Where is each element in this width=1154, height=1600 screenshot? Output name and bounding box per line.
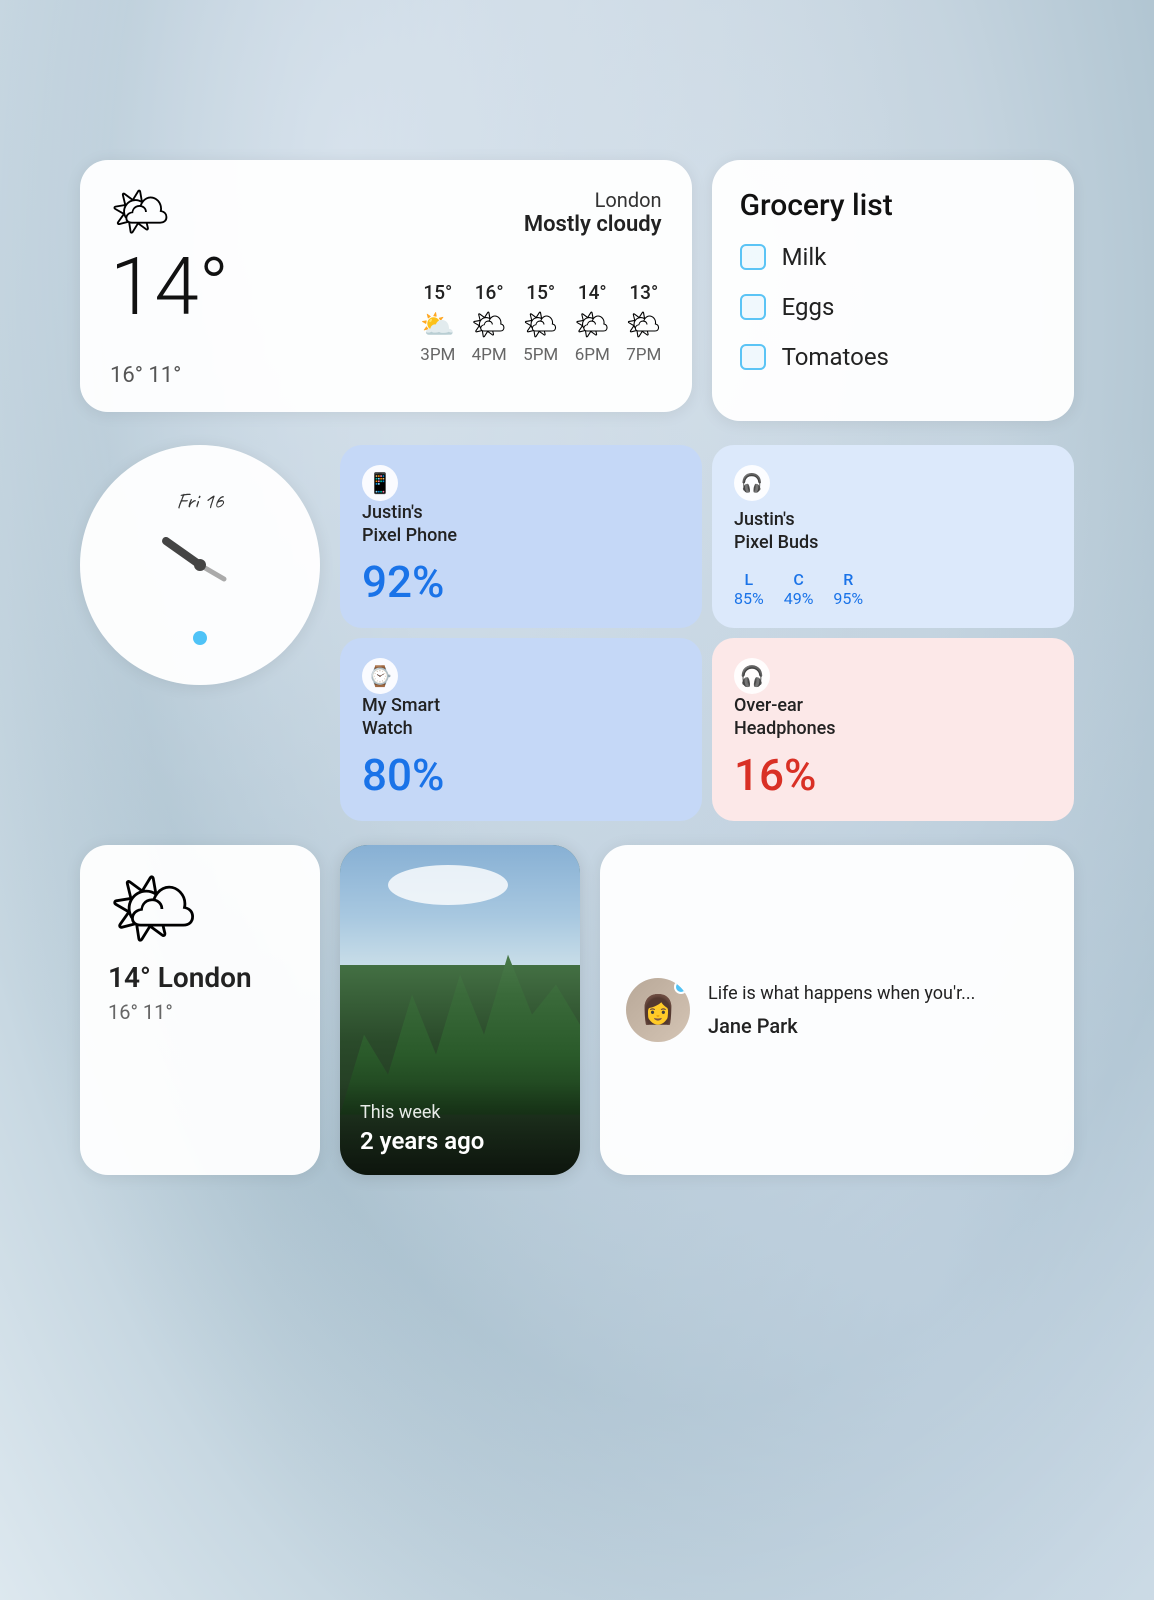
bud-left: L 85% [734,570,764,608]
weather-main-temp: 14° [110,247,229,327]
photo-memory-widget[interactable]: This week 2 years ago [340,845,580,1175]
clock-hands-svg [130,495,270,635]
photo-overlay: This week 2 years ago [340,1082,580,1175]
smart-watch-percent: 80% [362,749,680,801]
contact-online-dot [674,980,688,994]
pixel-buds-name: Justin'sPixel Buds [734,508,1052,555]
grocery-label-milk: Milk [782,243,827,271]
forecast-4pm: 16° 🌤 4PM [471,281,507,365]
photo-time-label: This week [360,1102,560,1123]
contact-info: Life is what happens when you'r... Jane … [708,981,1048,1038]
contact-message: Life is what happens when you'r... [708,981,1048,1006]
grocery-item-eggs[interactable]: Eggs [740,293,1046,321]
photo-years-label: 2 years ago [360,1127,560,1155]
grocery-widget[interactable]: Grocery list Milk Eggs Tomatoes [712,160,1074,421]
battery-card-pixel-phone[interactable]: 📱 Justin'sPixel Phone 92% [340,445,702,628]
clock-indicator-dot [193,631,207,645]
smart-watch-name: My SmartWatch [362,694,680,741]
contact-name: Jane Park [708,1014,1048,1038]
weather-main-icon: 🌤 [110,188,171,236]
pixel-phone-name: Justin'sPixel Phone [362,501,680,548]
bud-center: C 49% [784,570,814,608]
weather-forecast: 15° ⛅ 3PM 16° 🌤 4PM 15° 🌤 5PM [420,281,661,365]
weather-small-widget[interactable]: 🌤 14° London 16° 11° [80,845,320,1175]
clock-face: Fri 16 [90,455,310,675]
grocery-checkbox-tomatoes[interactable] [740,344,766,370]
pixel-phone-icon: 📱 [362,465,398,501]
photo-clouds [388,865,508,905]
headphones-name: Over-earHeadphones [734,694,1052,741]
weather-city: London [524,188,662,212]
weather-hi-lo: 16° 11° [110,363,229,388]
headphones-percent: 16% [734,749,1052,801]
bud-right: R 95% [833,570,863,608]
headphones-icon: 🎧 [734,658,770,694]
grocery-label-tomatoes: Tomatoes [782,343,889,371]
grocery-title: Grocery list [740,188,1046,223]
photo-sky [340,845,580,965]
pixel-phone-percent: 92% [362,556,680,608]
pixel-buds-icon: 🎧 [734,465,770,501]
weather-widget[interactable]: 🌤 London Mostly cloudy 14° 16° 11° 15° ⛅ [80,160,692,412]
battery-grid: 📱 Justin'sPixel Phone 92% 🎧 Justin'sPixe… [340,445,1074,821]
battery-card-headphones[interactable]: 🎧 Over-earHeadphones 16% [712,638,1074,821]
weather-small-temp: 14° London [108,961,252,994]
forecast-3pm: 15° ⛅ 3PM [420,281,455,365]
contact-avatar: 👩 [626,978,690,1042]
forecast-6pm: 14° 🌤 6PM [574,281,610,365]
weather-small-icon: 🌤 [108,873,199,945]
forecast-7pm: 13° 🌤 7PM [626,281,662,365]
pixel-buds-channels: L 85% C 49% R 95% [734,570,1052,608]
forecast-5pm: 15° 🌤 5PM [523,281,559,365]
contact-widget[interactable]: 👩 Life is what happens when you'r... Jan… [600,845,1074,1175]
battery-card-smart-watch[interactable]: ⌚ My SmartWatch 80% [340,638,702,821]
grocery-item-milk[interactable]: Milk [740,243,1046,271]
weather-location: London Mostly cloudy [524,188,662,237]
smart-watch-icon: ⌚ [362,658,398,694]
grocery-item-tomatoes[interactable]: Tomatoes [740,343,1046,371]
weather-small-hilo: 16° 11° [108,1000,173,1024]
battery-card-pixel-buds[interactable]: 🎧 Justin'sPixel Buds L 85% C 49% R 95% [712,445,1074,628]
clock-widget[interactable]: Fri 16 [80,445,320,685]
grocery-checkbox-milk[interactable] [740,244,766,270]
weather-condition: Mostly cloudy [524,212,662,237]
grocery-label-eggs: Eggs [782,293,835,321]
grocery-checkbox-eggs[interactable] [740,294,766,320]
